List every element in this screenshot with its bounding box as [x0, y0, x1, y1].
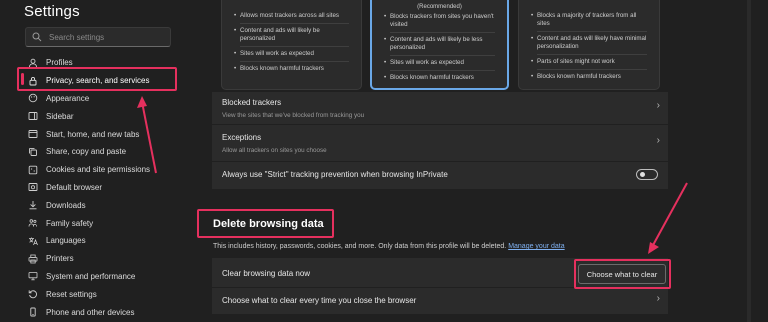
- card-bullet: Blocks trackers from sites you haven't v…: [384, 13, 495, 33]
- sidebar-item-cookies[interactable]: Cookies and site permissions: [28, 161, 178, 179]
- sidebar-nav: Profiles Privacy, search, and services A…: [28, 54, 178, 321]
- sidebar-item-label: System and performance: [46, 271, 136, 281]
- page-title: Settings: [24, 3, 80, 20]
- card-bullet: Content and ads will likely have minimal…: [531, 35, 647, 55]
- annotation-highlight-delete: [197, 209, 334, 238]
- sidebar-item-label: Default browser: [46, 182, 103, 192]
- exceptions-row[interactable]: Exceptions Allow all trackers on sites y…: [212, 129, 668, 158]
- clear-now-label: Clear browsing data now: [222, 268, 311, 278]
- settings-sidebar: Settings Profiles Privacy, search, and s…: [0, 0, 186, 322]
- share-icon: [28, 147, 38, 157]
- blocked-trackers-row[interactable]: Blocked trackers View the sites that we'…: [212, 94, 668, 123]
- sidebar-item-downloads[interactable]: Downloads: [28, 196, 178, 214]
- download-icon: [28, 200, 38, 210]
- annotation-highlight-privacy: [17, 67, 177, 91]
- sidebar-item-label: Cookies and site permissions: [46, 165, 151, 175]
- clear-on-close-label: Choose what to clear every time you clos…: [222, 295, 417, 305]
- sidebar-item-label: Appearance: [46, 93, 90, 103]
- sidebar-item-label: Languages: [46, 236, 86, 246]
- sidebar-item-label: Family safety: [46, 218, 94, 228]
- home-icon: [28, 129, 38, 139]
- sidebar-item-languages[interactable]: Languages: [28, 232, 178, 250]
- sidebar-icon: [28, 111, 38, 121]
- strict-inprivate-label: Always use "Strict" tracking prevention …: [222, 170, 448, 179]
- sidebar-item-label: Phone and other devices: [46, 307, 135, 317]
- family-icon: [28, 218, 38, 228]
- sidebar-item-label: Share, copy and paste: [46, 147, 127, 157]
- sidebar-item-reset[interactable]: Reset settings: [28, 285, 178, 303]
- sidebar-item-label: Sidebar: [46, 111, 74, 121]
- sidebar-item-share[interactable]: Share, copy and paste: [28, 143, 178, 161]
- computer-icon: [28, 271, 38, 281]
- phone-icon: [28, 307, 38, 317]
- sidebar-item-label: Reset settings: [46, 289, 97, 299]
- card-bullet: Blocks known harmful trackers: [531, 73, 647, 81]
- tracking-panel: Blocked trackers View the sites that we'…: [212, 92, 668, 189]
- browser-icon: [28, 182, 38, 192]
- sidebar-item-appearance[interactable]: Appearance: [28, 90, 178, 108]
- scrollbar[interactable]: [747, 0, 751, 322]
- card-subtitle: (Recommended): [417, 4, 462, 10]
- toggle-knob: [640, 172, 645, 177]
- card-bullet: Sites will work as expected: [384, 59, 495, 71]
- chevron-right-icon: ›: [656, 100, 660, 111]
- exceptions-subtitle: Allow all trackers on sites you choose: [222, 147, 327, 154]
- clear-on-close-row[interactable]: Choose what to clear every time you clos…: [212, 289, 668, 311]
- sidebar-item-default-browser[interactable]: Default browser: [28, 179, 178, 197]
- sidebar-item-label: Start, home, and new tabs: [46, 129, 140, 139]
- sidebar-item-label: Downloads: [46, 200, 86, 210]
- blocked-trackers-subtitle: View the sites that we've blocked from t…: [222, 112, 365, 119]
- card-bullet: Blocks known harmful trackers: [384, 74, 495, 82]
- sidebar-item-family-safety[interactable]: Family safety: [28, 214, 178, 232]
- sidebar-item-sidebar[interactable]: Sidebar: [28, 107, 178, 125]
- card-bullet: Blocks known harmful trackers: [234, 65, 349, 73]
- chevron-right-icon: ›: [656, 293, 660, 304]
- tracking-card-balanced[interactable]: (Recommended) Blocks trackers from sites…: [370, 0, 509, 90]
- sidebar-item-start-home[interactable]: Start, home, and new tabs: [28, 125, 178, 143]
- sidebar-item-label: Printers: [46, 254, 74, 264]
- search-input[interactable]: [49, 32, 169, 42]
- annotation-highlight-clear-button: [574, 259, 671, 289]
- card-bullet: Sites will work as expected: [234, 50, 349, 62]
- sidebar-item-phone[interactable]: Phone and other devices: [28, 303, 178, 321]
- search-icon: [32, 32, 42, 42]
- printer-icon: [28, 254, 38, 264]
- blocked-trackers-title: Blocked trackers: [222, 98, 282, 107]
- manage-data-link[interactable]: Manage your data: [508, 243, 564, 250]
- card-bullet: Allows most trackers across all sites: [234, 12, 349, 24]
- card-bullet: Content and ads will likely be less pers…: [384, 36, 495, 56]
- tracking-card-strict[interactable]: Blocks a majority of trackers from all s…: [518, 0, 660, 90]
- tracking-card-basic[interactable]: Allows most trackers across all sites Co…: [221, 0, 362, 90]
- sidebar-item-printers[interactable]: Printers: [28, 250, 178, 268]
- chevron-right-icon: ›: [656, 135, 660, 146]
- palette-icon: [28, 93, 38, 103]
- delete-description: This includes history, passwords, cookie…: [213, 243, 565, 250]
- sidebar-item-system[interactable]: System and performance: [28, 268, 178, 286]
- exceptions-title: Exceptions: [222, 133, 262, 142]
- card-bullet: Blocks a majority of trackers from all s…: [531, 12, 647, 32]
- strict-inprivate-toggle[interactable]: [636, 169, 658, 180]
- search-box[interactable]: [25, 27, 171, 47]
- language-icon: [28, 236, 38, 246]
- card-bullet: Parts of sites might not work: [531, 58, 647, 70]
- strict-inprivate-row: Always use "Strict" tracking prevention …: [212, 164, 668, 185]
- arrow-to-clear-button: [648, 182, 688, 254]
- reset-icon: [28, 289, 38, 299]
- cookie-icon: [28, 165, 38, 175]
- card-bullet: Content and ads will likely be personali…: [234, 27, 349, 47]
- delete-description-text: This includes history, passwords, cookie…: [213, 243, 507, 250]
